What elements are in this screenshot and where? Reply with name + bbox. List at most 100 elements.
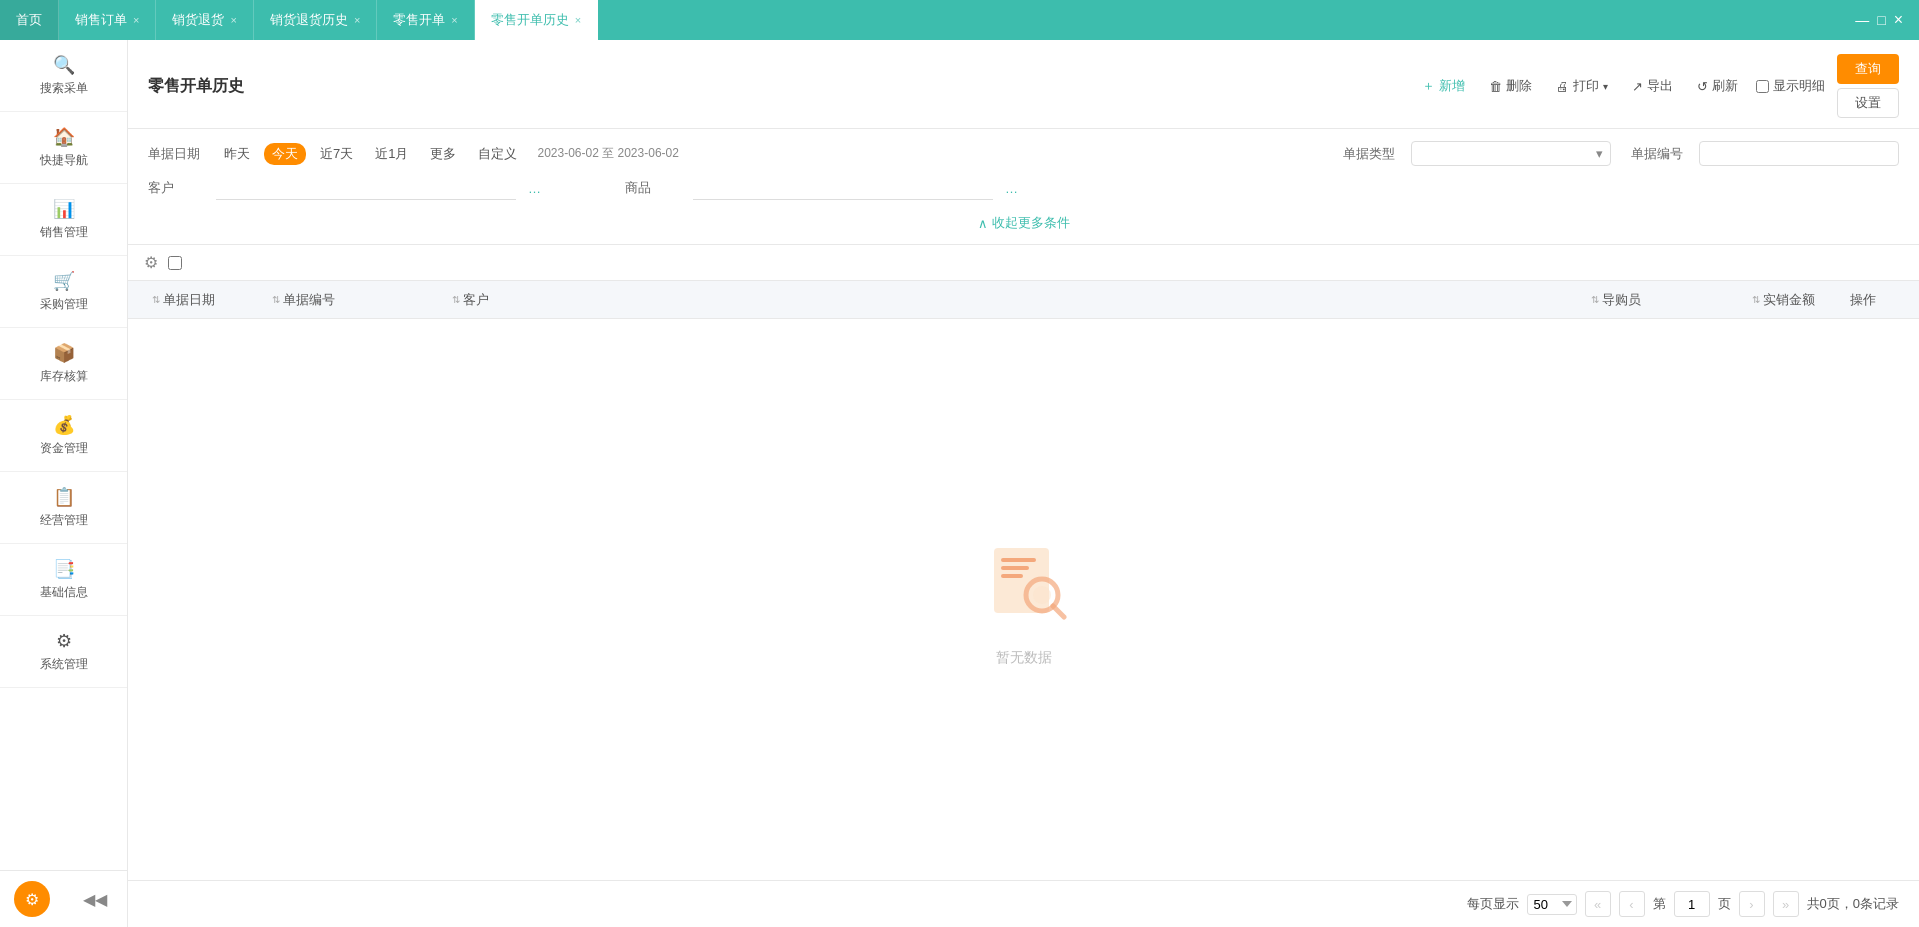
date-opt-today[interactable]: 今天	[264, 143, 306, 165]
date-opt-custom[interactable]: 自定义	[470, 143, 525, 165]
date-filter-label: 单据日期	[148, 145, 208, 163]
tab-retail-history[interactable]: 零售开单历史 ×	[475, 0, 598, 40]
delete-button[interactable]: 🗑 删除	[1483, 73, 1538, 99]
refresh-label: 刷新	[1712, 77, 1738, 95]
last-page-btn[interactable]: »	[1773, 891, 1799, 917]
chevron-up-icon: ∧	[978, 216, 988, 231]
pagination: 每页显示 50 10 20 100 « ‹ 第 页 › » 共0页，0条记录	[128, 880, 1919, 927]
sidebar-item-management[interactable]: 📋 经营管理	[0, 472, 127, 544]
sidebar-bottom: ⚙ ◀◀	[0, 870, 127, 927]
th-guide-label: 导购员	[1602, 291, 1641, 309]
tab-return[interactable]: 销货退货 ×	[156, 0, 253, 40]
add-button[interactable]: ＋ 新增	[1416, 73, 1471, 99]
th-customer[interactable]: ⇅ 客户	[444, 291, 1583, 309]
th-num[interactable]: ⇅ 单据编号	[264, 291, 444, 309]
date-opt-7days[interactable]: 近7天	[312, 143, 361, 165]
svg-line-5	[1053, 606, 1064, 617]
customer-input[interactable]	[216, 176, 516, 200]
tab-retail-order[interactable]: 零售开单 ×	[377, 0, 474, 40]
sidebar-item-inventory[interactable]: 📦 库存核算	[0, 328, 127, 400]
th-customer-label: 客户	[463, 291, 489, 309]
date-filter: 单据日期 昨天 今天 近7天 近1月 更多 自定义 2023-06-02 至 2…	[148, 143, 679, 165]
main-content: 零售开单历史 ＋ 新增 🗑 删除 🖨 打印 ▾ ↗ 导出	[128, 40, 1919, 927]
tab-sales-order[interactable]: 销售订单 ×	[59, 0, 156, 40]
filter-row-2: 客户 … 商品 …	[148, 176, 1899, 200]
doc-num-label: 单据编号	[1631, 145, 1691, 163]
product-select-btn[interactable]: …	[1001, 181, 1022, 196]
sidebar-item-purchase[interactable]: 🛒 采购管理	[0, 256, 127, 328]
filter-area: 单据日期 昨天 今天 近7天 近1月 更多 自定义 2023-06-02 至 2…	[128, 129, 1919, 245]
top-nav: 首页 销售订单 × 销货退货 × 销货退货历史 × 零售开单 × 零售开单历史 …	[0, 0, 1919, 40]
tab-return-history-close[interactable]: ×	[354, 14, 360, 26]
first-page-btn[interactable]: «	[1585, 891, 1611, 917]
sidebar: 🔍 搜索采单 🏠 快捷导航 📊 销售管理 🛒 采购管理 📦 库存核算 💰 资金管…	[0, 40, 128, 927]
th-num-label: 单据编号	[283, 291, 335, 309]
first-page-icon: «	[1594, 897, 1601, 912]
collapse-button[interactable]: ∧ 收起更多条件	[978, 214, 1070, 232]
svg-point-6	[1033, 586, 1051, 604]
empty-illustration	[974, 533, 1074, 633]
sales-icon: 📊	[53, 198, 75, 220]
window-minimize[interactable]: —	[1855, 12, 1869, 28]
per-page-select[interactable]: 50 10 20 100	[1527, 894, 1577, 915]
svg-rect-2	[1001, 566, 1029, 570]
sidebar-item-system[interactable]: ⚙ 系统管理	[0, 616, 127, 688]
display-detail-toggle[interactable]: 显示明细	[1756, 77, 1825, 95]
table-area: ⚙ ⇅ 单据日期 ⇅ 单据编号 ⇅ 客户 ⇅ 导购员	[128, 245, 1919, 880]
date-opt-more[interactable]: 更多	[422, 143, 464, 165]
tab-return-history[interactable]: 销货退货历史 ×	[254, 0, 377, 40]
sidebar-item-nav[interactable]: 🏠 快捷导航	[0, 112, 127, 184]
sidebar-item-sales[interactable]: 📊 销售管理	[0, 184, 127, 256]
finance-icon: 💰	[53, 414, 75, 436]
inventory-icon: 📦	[53, 342, 75, 364]
window-maximize[interactable]: □	[1877, 12, 1885, 28]
total-text: 共0页，0条记录	[1807, 895, 1899, 913]
th-guide[interactable]: ⇅ 导购员	[1583, 291, 1703, 309]
refresh-button[interactable]: ↺ 刷新	[1691, 73, 1744, 99]
page-input[interactable]	[1674, 891, 1710, 917]
home-icon: 🏠	[53, 126, 75, 148]
table-header: ⇅ 单据日期 ⇅ 单据编号 ⇅ 客户 ⇅ 导购员 ⇅ 实销金额	[128, 281, 1919, 319]
collapse-label: 收起更多条件	[992, 214, 1070, 232]
display-detail-checkbox[interactable]	[1756, 80, 1769, 93]
tab-retail-history-close[interactable]: ×	[575, 14, 581, 26]
system-icon: ⚙	[56, 630, 72, 652]
date-opt-yesterday[interactable]: 昨天	[216, 143, 258, 165]
sort-amount-icon: ⇅	[1752, 294, 1760, 305]
product-filter: 商品 …	[625, 176, 1022, 200]
export-button[interactable]: ↗ 导出	[1626, 73, 1679, 99]
sidebar-item-search[interactable]: 🔍 搜索采单	[0, 40, 127, 112]
query-button[interactable]: 查询	[1837, 54, 1899, 84]
next-page-btn[interactable]: ›	[1739, 891, 1765, 917]
collapse-sidebar-btn[interactable]: ◀◀	[77, 881, 113, 917]
print-button[interactable]: 🖨 打印 ▾	[1550, 73, 1614, 99]
select-all-checkbox[interactable]	[168, 256, 182, 270]
tab-home[interactable]: 首页	[0, 0, 59, 40]
collapse-row: ∧ 收起更多条件	[148, 210, 1899, 232]
window-close[interactable]: ×	[1894, 11, 1903, 29]
tab-sales-order-close[interactable]: ×	[133, 14, 139, 26]
customer-select-btn[interactable]: …	[524, 181, 545, 196]
settings-bottom-btn[interactable]: ⚙	[14, 881, 50, 917]
basic-icon: 📑	[53, 558, 75, 580]
last-page-icon: »	[1782, 897, 1789, 912]
tab-return-close[interactable]: ×	[230, 14, 236, 26]
doc-type-select[interactable]	[1411, 141, 1611, 166]
print-arrow: ▾	[1603, 81, 1608, 92]
filter-row-1: 单据日期 昨天 今天 近7天 近1月 更多 自定义 2023-06-02 至 2…	[148, 141, 1899, 166]
prev-page-btn[interactable]: ‹	[1619, 891, 1645, 917]
th-date[interactable]: ⇅ 单据日期	[144, 291, 264, 309]
sidebar-item-finance[interactable]: 💰 资金管理	[0, 400, 127, 472]
print-icon: 🖨	[1556, 79, 1569, 94]
date-opt-1month[interactable]: 近1月	[367, 143, 416, 165]
tab-retail-order-label: 零售开单	[393, 11, 445, 29]
sidebar-item-basic[interactable]: 📑 基础信息	[0, 544, 127, 616]
tab-retail-order-close[interactable]: ×	[451, 14, 457, 26]
table-settings-icon[interactable]: ⚙	[144, 253, 158, 272]
purchase-icon: 🛒	[53, 270, 75, 292]
sort-date-icon: ⇅	[152, 294, 160, 305]
th-amount[interactable]: ⇅ 实销金额	[1703, 291, 1823, 309]
product-input[interactable]	[693, 176, 993, 200]
setting-button[interactable]: 设置	[1837, 88, 1899, 118]
doc-num-input[interactable]	[1699, 141, 1899, 166]
